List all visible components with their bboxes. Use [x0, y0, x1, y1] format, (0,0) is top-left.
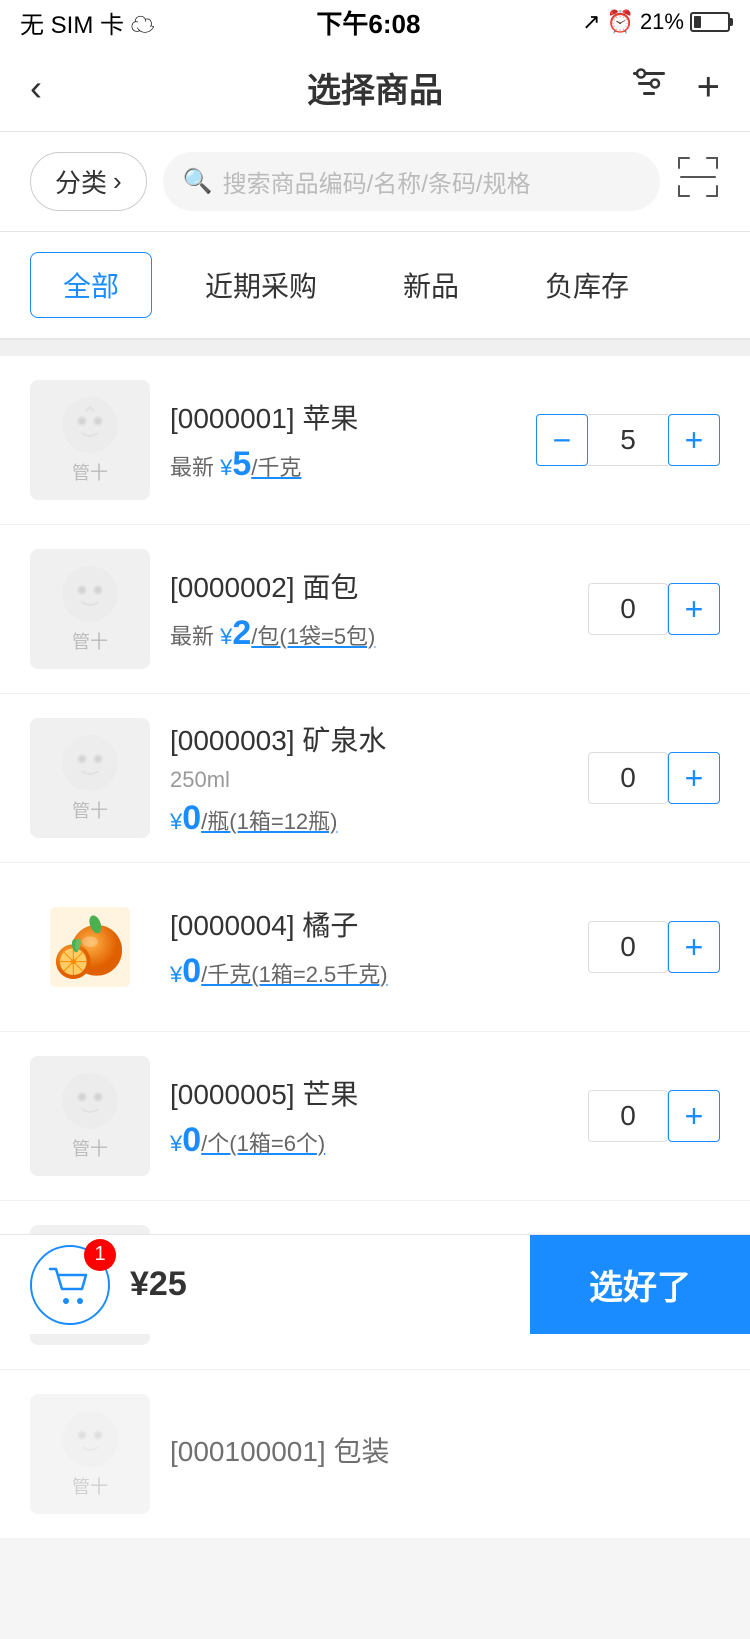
product-image-0000001: 管十	[30, 380, 150, 500]
confirm-button[interactable]: 选好了	[530, 1235, 750, 1334]
alarm-icon: ⏰	[607, 9, 634, 35]
product-price: ¥0/个(1箱=6个)	[170, 1121, 568, 1160]
product-price: ¥0/千克(1箱=2.5千克)	[170, 952, 568, 991]
table-row: 管十 [0000003] 矿泉水 250ml ¥0/瓶(1箱=12瓶) +	[0, 694, 750, 863]
product-image-0000002: 管十	[30, 549, 150, 669]
bottom-bar: 1 ¥25 选好了	[0, 1234, 750, 1334]
quantity-input[interactable]	[588, 1090, 668, 1142]
product-image-0000003: 管十	[30, 718, 150, 838]
battery-icon	[690, 12, 730, 32]
product-name: [0000002] 面包	[170, 566, 568, 606]
quantity-control-0000005: +	[588, 1090, 720, 1142]
increase-button[interactable]: +	[668, 921, 720, 973]
nav-actions: +	[631, 65, 720, 111]
tab-new[interactable]: 新品	[370, 252, 492, 318]
quantity-input[interactable]	[588, 921, 668, 973]
cart-area: 1 ¥25	[0, 1245, 530, 1325]
product-name: [0000004] 橘子	[170, 904, 568, 944]
product-name: [000100001] 包装	[170, 1430, 720, 1470]
status-time: 下午6:08	[316, 4, 420, 41]
status-left: 无 SIM 卡 ☁	[20, 5, 155, 40]
product-price: 最新 ¥5/千克	[170, 445, 516, 484]
tab-negative[interactable]: 负库存	[512, 252, 662, 318]
section-divider	[0, 340, 750, 356]
product-image-0000005: 管十	[30, 1056, 150, 1176]
product-info-partial: [000100001] 包装	[170, 1430, 720, 1478]
table-row: [0000004] 橘子 ¥0/千克(1箱=2.5千克) +	[0, 863, 750, 1032]
product-info-0000002: [0000002] 面包 最新 ¥2/包(1袋=5包)	[170, 566, 568, 653]
product-name: [0000005] 芒果	[170, 1073, 568, 1113]
product-image-0000004	[30, 887, 150, 1007]
battery-percent: 21%	[640, 9, 684, 35]
increase-button[interactable]: +	[668, 414, 720, 466]
table-row: 管十 [0000001] 苹果 最新 ¥5/千克 − +	[0, 356, 750, 525]
tangerine-illustration	[50, 907, 130, 987]
back-button[interactable]: ‹	[30, 67, 90, 109]
increase-button[interactable]: +	[668, 752, 720, 804]
product-name: [0000003] 矿泉水	[170, 719, 568, 759]
product-info-0000004: [0000004] 橘子 ¥0/千克(1箱=2.5千克)	[170, 904, 568, 991]
quantity-input[interactable]	[588, 414, 668, 466]
product-price: 最新 ¥2/包(1袋=5包)	[170, 614, 568, 653]
tab-all[interactable]: 全部	[30, 252, 152, 318]
quantity-control-0000004: +	[588, 921, 720, 973]
increase-button[interactable]: +	[668, 1090, 720, 1142]
increase-button[interactable]: +	[668, 583, 720, 635]
quantity-control-0000001: − +	[536, 414, 720, 466]
scan-button[interactable]	[676, 155, 720, 208]
search-box[interactable]: 🔍 搜索商品编码/名称/条码/规格	[163, 152, 660, 211]
status-right: ↗ ⏰ 21%	[582, 9, 730, 35]
product-list: 管十 [0000001] 苹果 最新 ¥5/千克 − +	[0, 356, 750, 1539]
quantity-input[interactable]	[588, 752, 668, 804]
product-spec: 250ml	[170, 767, 568, 793]
table-row: 管十 [0000002] 面包 最新 ¥2/包(1袋=5包) +	[0, 525, 750, 694]
category-button[interactable]: 分类 ›	[30, 152, 147, 211]
cart-total: ¥25	[130, 1265, 187, 1304]
product-info-0000005: [0000005] 芒果 ¥0/个(1箱=6个)	[170, 1073, 568, 1160]
product-info-0000003: [0000003] 矿泉水 250ml ¥0/瓶(1箱=12瓶)	[170, 719, 568, 838]
quantity-control-0000002: +	[588, 583, 720, 635]
sim-status: 无 SIM 卡 ☁	[20, 5, 155, 40]
product-name: [0000001] 苹果	[170, 397, 516, 437]
filter-row: 分类 › 🔍 搜索商品编码/名称/条码/规格	[0, 132, 750, 232]
status-bar: 无 SIM 卡 ☁ 下午6:08 ↗ ⏰ 21%	[0, 0, 750, 44]
product-image-partial: 管十	[30, 1394, 150, 1514]
add-product-button[interactable]: +	[697, 65, 720, 110]
filter-button[interactable]	[631, 65, 667, 111]
tab-row: 全部 近期采购 新品 负库存	[0, 232, 750, 340]
quantity-control-0000003: +	[588, 752, 720, 804]
cart-icon	[48, 1265, 92, 1305]
cart-button[interactable]: 1	[30, 1245, 110, 1325]
product-price: ¥0/瓶(1箱=12瓶)	[170, 799, 568, 838]
location-icon: ↗	[582, 9, 600, 35]
page-title: 选择商品	[307, 63, 443, 112]
table-row: 管十 [000100001] 包装	[0, 1370, 750, 1539]
product-info-0000001: [0000001] 苹果 最新 ¥5/千克	[170, 397, 516, 484]
search-placeholder: 搜索商品编码/名称/条码/规格	[223, 164, 531, 199]
decrease-button[interactable]: −	[536, 414, 588, 466]
search-icon: 🔍	[183, 167, 213, 196]
quantity-input[interactable]	[588, 583, 668, 635]
cart-badge: 1	[84, 1239, 116, 1271]
table-row: 管十 [0000005] 芒果 ¥0/个(1箱=6个) +	[0, 1032, 750, 1201]
nav-bar: ‹ 选择商品 +	[0, 44, 750, 132]
tab-recent[interactable]: 近期采购	[172, 252, 350, 318]
